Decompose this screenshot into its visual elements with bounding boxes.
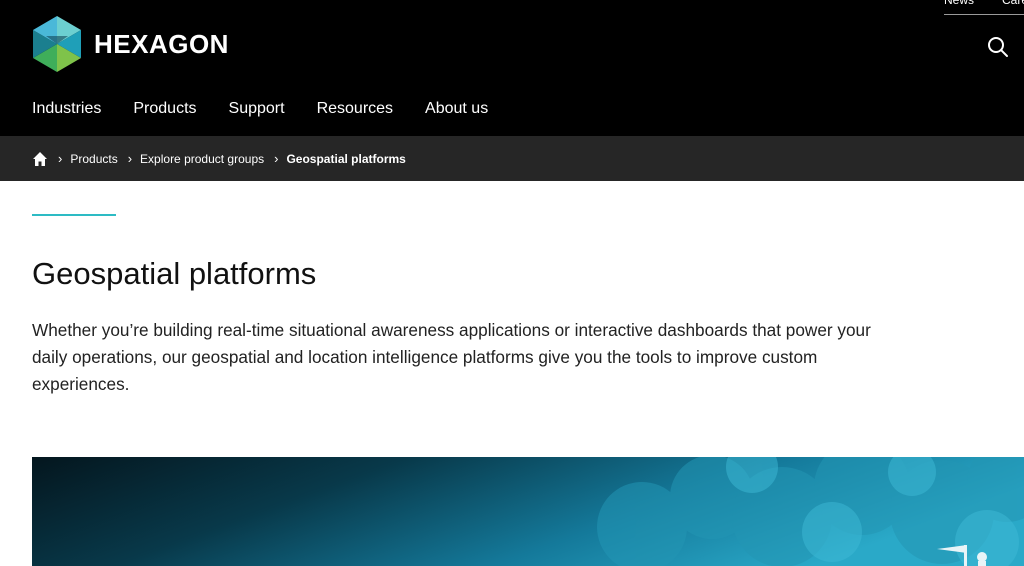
utility-links: News Careers bbox=[944, 0, 1024, 15]
page-title: Geospatial platforms bbox=[32, 256, 317, 291]
search-button[interactable] bbox=[986, 35, 1010, 59]
brand-logo[interactable]: HEXAGON bbox=[32, 16, 229, 72]
breadcrumb-explore-product-groups[interactable]: Explore product groups bbox=[140, 152, 264, 166]
breadcrumb-current: Geospatial platforms bbox=[286, 151, 406, 166]
chevron-right-icon: › bbox=[274, 151, 279, 166]
breadcrumb: › Products › Explore product groups › Ge… bbox=[0, 136, 1024, 181]
news-link[interactable]: News bbox=[944, 0, 974, 8]
nav-item-industries[interactable]: Industries bbox=[32, 97, 101, 121]
accent-divider bbox=[32, 214, 116, 216]
nav-item-products[interactable]: Products bbox=[133, 97, 196, 121]
chevron-right-icon: › bbox=[127, 151, 133, 166]
brand-name: HEXAGON bbox=[94, 28, 229, 59]
hexagon-logo-icon bbox=[33, 16, 81, 72]
nav-item-support[interactable]: Support bbox=[229, 97, 285, 121]
hero-image bbox=[32, 457, 1024, 566]
intro-paragraph: Whether you’re building real-time situat… bbox=[32, 320, 871, 394]
breadcrumb-products[interactable]: Products bbox=[70, 152, 117, 166]
nav-item-resources[interactable]: Resources bbox=[317, 97, 393, 121]
hero-illustration bbox=[32, 457, 1024, 566]
chevron-right-icon: › bbox=[58, 151, 63, 166]
careers-link[interactable]: Careers bbox=[1002, 0, 1024, 8]
site-header: HEXAGON News Careers Industries Products… bbox=[0, 0, 1024, 136]
main-nav: Industries Products Support Resources Ab… bbox=[32, 97, 520, 121]
search-icon bbox=[988, 37, 1008, 57]
nav-item-about-us[interactable]: About us bbox=[425, 97, 488, 121]
home-icon[interactable] bbox=[32, 151, 48, 167]
